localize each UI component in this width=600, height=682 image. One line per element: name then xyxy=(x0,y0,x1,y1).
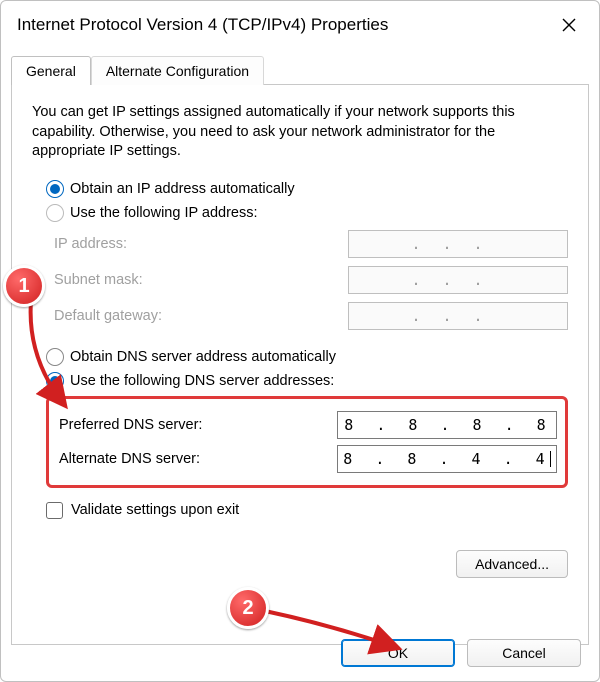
preferred-dns-label: Preferred DNS server: xyxy=(59,417,202,433)
ip-address-label: IP address: xyxy=(54,236,127,252)
close-icon xyxy=(562,18,576,32)
radio-icon xyxy=(46,204,64,222)
radio-ip-auto[interactable]: Obtain an IP address automatically xyxy=(46,180,568,198)
radio-ip-manual[interactable]: Use the following IP address: xyxy=(46,204,568,222)
annotation-badge-2: 2 xyxy=(227,587,269,629)
general-panel: You can get IP settings assigned automat… xyxy=(11,85,589,645)
tab-general[interactable]: General xyxy=(11,56,91,85)
close-button[interactable] xyxy=(555,11,583,39)
annotation-badge-1: 1 xyxy=(3,265,45,307)
alternate-dns-label: Alternate DNS server: xyxy=(59,451,200,467)
alternate-dns-input[interactable]: 8 . 8 . 4 . 4 xyxy=(337,445,557,473)
alternate-dns-value: 8 . 8 . 4 . 4 xyxy=(343,450,548,468)
ok-button[interactable]: OK xyxy=(341,639,455,667)
tab-label: General xyxy=(26,63,76,79)
ip-address-input: ... xyxy=(348,230,568,258)
radio-icon xyxy=(46,372,64,390)
preferred-dns-input[interactable]: 8 . 8 . 8 . 8 xyxy=(337,411,557,439)
radio-label: Obtain DNS server address automatically xyxy=(70,349,336,365)
default-gateway-input: ... xyxy=(348,302,568,330)
radio-icon xyxy=(46,348,64,366)
button-label: OK xyxy=(388,645,408,661)
checkbox-label: Validate settings upon exit xyxy=(71,502,239,518)
window-title: Internet Protocol Version 4 (TCP/IPv4) P… xyxy=(17,15,388,35)
preferred-dns-value: 8 . 8 . 8 . 8 xyxy=(344,416,549,434)
advanced-button[interactable]: Advanced... xyxy=(456,550,568,578)
radio-dns-manual[interactable]: Use the following DNS server addresses: xyxy=(46,372,568,390)
tab-alternate-configuration[interactable]: Alternate Configuration xyxy=(91,56,264,85)
text-caret-icon xyxy=(550,451,551,467)
subnet-mask-label: Subnet mask: xyxy=(54,272,143,288)
dialog-button-row: OK Cancel xyxy=(341,639,581,667)
subnet-mask-input: ... xyxy=(348,266,568,294)
radio-icon xyxy=(46,180,64,198)
radio-label: Obtain an IP address automatically xyxy=(70,181,295,197)
validate-settings-checkbox[interactable]: Validate settings upon exit xyxy=(46,502,568,519)
titlebar: Internet Protocol Version 4 (TCP/IPv4) P… xyxy=(1,1,599,51)
checkbox-icon xyxy=(46,502,63,519)
button-label: Cancel xyxy=(502,645,546,661)
ip-manual-fields: IP address: ... Subnet mask: ... Default… xyxy=(54,230,568,330)
dialog-content: General Alternate Configuration You can … xyxy=(1,51,599,681)
dns-fields-highlight: Preferred DNS server: 8 . 8 . 8 . 8 Alte… xyxy=(46,396,568,488)
radio-dns-auto[interactable]: Obtain DNS server address automatically xyxy=(46,348,568,366)
button-label: Advanced... xyxy=(475,556,549,572)
tab-strip: General Alternate Configuration xyxy=(11,53,589,85)
default-gateway-label: Default gateway: xyxy=(54,308,162,324)
tab-label: Alternate Configuration xyxy=(106,63,249,79)
cancel-button[interactable]: Cancel xyxy=(467,639,581,667)
radio-label: Use the following DNS server addresses: xyxy=(70,373,334,389)
ipv4-properties-dialog: Internet Protocol Version 4 (TCP/IPv4) P… xyxy=(0,0,600,682)
radio-label: Use the following IP address: xyxy=(70,205,258,221)
description-text: You can get IP settings assigned automat… xyxy=(32,103,568,162)
